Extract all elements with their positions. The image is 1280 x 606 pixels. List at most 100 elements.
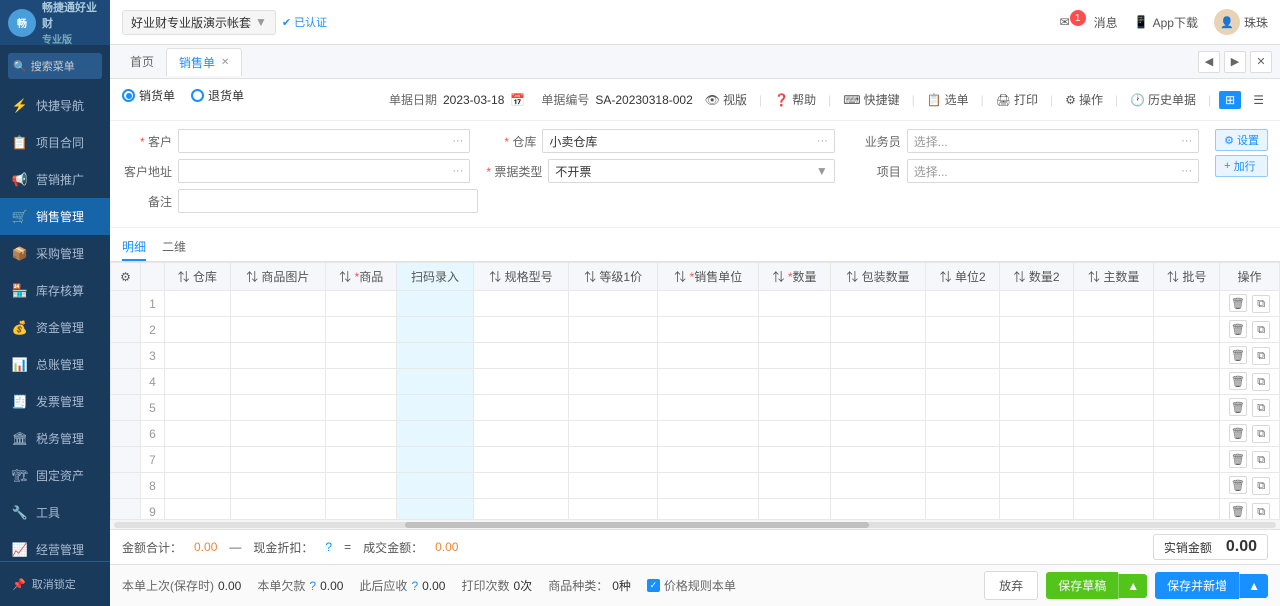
- row-copy-5[interactable]: ⧉: [1252, 399, 1270, 417]
- sidebar-item-operations[interactable]: 📈 经营管理: [0, 531, 110, 561]
- row-pack-qty-1[interactable]: [830, 291, 926, 317]
- row-qty-2[interactable]: [759, 317, 830, 343]
- company-name-button[interactable]: 好业财专业版演示帐套 ▼: [122, 10, 276, 35]
- col-price1[interactable]: ⇅ 等级1价: [569, 263, 658, 291]
- row-delete-8[interactable]: 🗑: [1229, 476, 1247, 494]
- row-price1-3[interactable]: [569, 343, 658, 369]
- warehouse-input[interactable]: 小卖仓库 ···: [542, 129, 834, 153]
- row-delete-1[interactable]: 🗑: [1229, 294, 1247, 312]
- scrollbar-thumb[interactable]: [405, 522, 870, 528]
- sidebar-item-inventory[interactable]: 🏪 库存核算: [0, 272, 110, 309]
- question-icon[interactable]: ?: [325, 540, 332, 554]
- tab-close-all-button[interactable]: ✕: [1250, 51, 1272, 73]
- save-draft-button[interactable]: 保存草稿: [1046, 572, 1118, 599]
- row-copy-1[interactable]: ⧉: [1252, 295, 1270, 313]
- tab-home[interactable]: 首页: [118, 48, 166, 76]
- project-input[interactable]: 选择... ···: [907, 159, 1199, 183]
- print-button[interactable]: 🖨 打印: [992, 89, 1042, 110]
- row-batch-import-2[interactable]: [397, 317, 473, 343]
- row-product-img-5[interactable]: [230, 395, 326, 421]
- row-warehouse-5[interactable]: [165, 395, 231, 421]
- row-price1-8[interactable]: [569, 473, 658, 499]
- help-button[interactable]: ❓ 帮助: [770, 89, 820, 110]
- row-warehouse-2[interactable]: [165, 317, 231, 343]
- sidebar-item-sales-mgmt[interactable]: 🛒 销售管理: [0, 198, 110, 235]
- row-delete-7[interactable]: 🗑: [1229, 450, 1247, 468]
- table-row[interactable]: 1 🗑 ⧉: [111, 291, 1280, 317]
- row-qty2-5[interactable]: [1000, 395, 1074, 421]
- save-new-arrow[interactable]: ▲: [1239, 574, 1268, 598]
- row-pack-qty-8[interactable]: [830, 473, 926, 499]
- row-qty-7[interactable]: [759, 447, 830, 473]
- row-batch-import-3[interactable]: [397, 343, 473, 369]
- table-row[interactable]: 3 🗑 ⧉: [111, 343, 1280, 369]
- row-unit2-4[interactable]: [926, 369, 1000, 395]
- warehouse-more-icon[interactable]: ···: [817, 135, 828, 147]
- row-price1-9[interactable]: [569, 499, 658, 520]
- row-qty-1[interactable]: [759, 291, 830, 317]
- row-delete-6[interactable]: 🗑: [1229, 424, 1247, 442]
- row-unit2-7[interactable]: [926, 447, 1000, 473]
- row-warehouse-4[interactable]: [165, 369, 231, 395]
- sidebar-item-finance[interactable]: 💰 资金管理: [0, 309, 110, 346]
- row-pack-qty-7[interactable]: [830, 447, 926, 473]
- row-product-img-8[interactable]: [230, 473, 326, 499]
- row-price1-1[interactable]: [569, 291, 658, 317]
- row-qty-6[interactable]: [759, 421, 830, 447]
- row-batch-3[interactable]: [1154, 343, 1220, 369]
- sidebar-item-accounting[interactable]: 📊 总账管理: [0, 346, 110, 383]
- address-more-icon[interactable]: ···: [452, 165, 463, 177]
- sidebar-item-invoice-mgmt[interactable]: 🧾 发票管理: [0, 383, 110, 420]
- row-price1-2[interactable]: [569, 317, 658, 343]
- row-product-1[interactable]: [326, 291, 397, 317]
- row-unit-1[interactable]: [658, 291, 759, 317]
- row-delete-9[interactable]: 🗑: [1229, 502, 1247, 519]
- row-copy-7[interactable]: ⧉: [1252, 451, 1270, 469]
- row-warehouse-9[interactable]: [165, 499, 231, 520]
- row-main-qty-1[interactable]: [1073, 291, 1154, 317]
- table-row[interactable]: 2 🗑 ⧉: [111, 317, 1280, 343]
- col-product-img[interactable]: ⇅ 商品图片: [230, 263, 326, 291]
- row-product-img-6[interactable]: [230, 421, 326, 447]
- col-main-qty[interactable]: ⇅ 主数量: [1073, 263, 1154, 291]
- row-pack-qty-3[interactable]: [830, 343, 926, 369]
- row-product-img-2[interactable]: [230, 317, 326, 343]
- row-qty-9[interactable]: [759, 499, 830, 520]
- cancel-fixed-button[interactable]: 📌 取消锁定: [8, 570, 102, 598]
- row-unit2-8[interactable]: [926, 473, 1000, 499]
- save-new-button[interactable]: 保存并新增: [1155, 572, 1239, 599]
- row-unit-8[interactable]: [658, 473, 759, 499]
- row-product-img-1[interactable]: [230, 291, 326, 317]
- row-pack-qty-4[interactable]: [830, 369, 926, 395]
- tab-next-button[interactable]: ▶: [1224, 51, 1246, 73]
- ops-button[interactable]: ⚙ 操作: [1061, 89, 1107, 110]
- row-warehouse-3[interactable]: [165, 343, 231, 369]
- view-button[interactable]: 👁 视版: [701, 89, 751, 110]
- row-main-qty-3[interactable]: [1073, 343, 1154, 369]
- row-price1-5[interactable]: [569, 395, 658, 421]
- sidebar-item-project-contract[interactable]: 📋 项目合同: [0, 124, 110, 161]
- calendar-icon[interactable]: 📅: [510, 93, 525, 107]
- row-main-qty-2[interactable]: [1073, 317, 1154, 343]
- messages-button[interactable]: ✉ 1 消息: [1060, 14, 1118, 31]
- row-qty2-2[interactable]: [1000, 317, 1074, 343]
- salesperson-more-icon[interactable]: ···: [1181, 135, 1192, 147]
- row-price1-7[interactable]: [569, 447, 658, 473]
- row-unit2-9[interactable]: [926, 499, 1000, 520]
- project-more-icon[interactable]: ···: [1181, 165, 1192, 177]
- row-spec-1[interactable]: [473, 291, 569, 317]
- row-unit2-6[interactable]: [926, 421, 1000, 447]
- row-warehouse-7[interactable]: [165, 447, 231, 473]
- customer-more-icon[interactable]: ···: [452, 135, 463, 147]
- row-main-qty-6[interactable]: [1073, 421, 1154, 447]
- row-spec-7[interactable]: [473, 447, 569, 473]
- horizontal-scrollbar[interactable]: [110, 519, 1280, 529]
- sidebar-item-fixed-assets[interactable]: 🏗 固定资产: [0, 457, 110, 494]
- col-pack-qty[interactable]: ⇅ 包装数量: [830, 263, 926, 291]
- sale-order-radio[interactable]: 销货单: [122, 87, 175, 104]
- select-order-button[interactable]: 📋 选单: [923, 89, 973, 110]
- col-settings[interactable]: ⚙: [111, 263, 141, 291]
- row-unit2-3[interactable]: [926, 343, 1000, 369]
- row-spec-6[interactable]: [473, 421, 569, 447]
- address-input[interactable]: ···: [178, 159, 470, 183]
